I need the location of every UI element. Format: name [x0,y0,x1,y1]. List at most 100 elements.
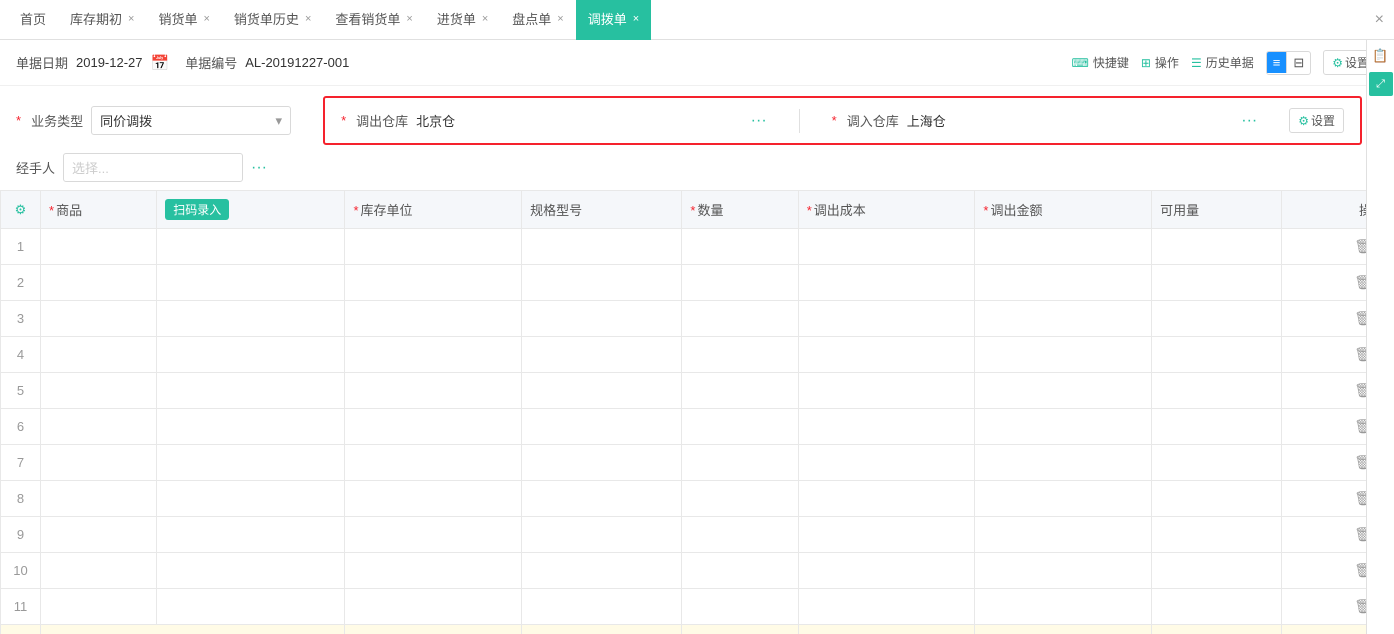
product-cell[interactable] [41,301,157,337]
window-close-button[interactable]: × [1375,11,1384,29]
available-cell [1152,517,1282,553]
available-cell [1152,301,1282,337]
shortcuts-button[interactable]: ⌨ 快捷键 [1072,54,1129,71]
spec-cell [522,373,682,409]
amount-cell [975,517,1152,553]
row-number: 3 [1,301,41,337]
table-row: 2 🗑 ⧉ [1,265,1394,301]
sidebar-expand-icon[interactable]: ⤢ [1369,72,1393,96]
subtotal-quantity [682,625,798,634]
list-view-btn[interactable]: ≡ [1267,52,1288,73]
close-icon[interactable]: × [482,13,488,25]
keyboard-icon: ⌨ [1072,56,1089,70]
operations-button[interactable]: ⊞ 操作 [1141,54,1179,71]
unit-cell [345,553,522,589]
required-star: * [832,113,837,128]
quantity-cell [682,265,798,301]
amount-cell [975,265,1152,301]
scan-cell [157,229,345,265]
product-cell[interactable] [41,373,157,409]
handler-more-icon[interactable]: ··· [251,159,267,177]
warehouse-settings-button[interactable]: ⚙ 设置 [1289,108,1344,133]
row-number: 6 [1,409,41,445]
unit-cell [345,481,522,517]
quantity-cell [682,373,798,409]
cost-cell [798,265,975,301]
scan-cell [157,481,345,517]
cost-cell [798,373,975,409]
available-cell [1152,409,1282,445]
cost-cell [798,301,975,337]
col-transfer-cost: 调出成本 [798,191,975,229]
available-cell [1152,337,1282,373]
close-icon[interactable]: × [557,13,563,25]
gear-icon: ⚙ [1332,56,1343,70]
close-icon[interactable]: × [128,13,134,25]
grid-view-btn[interactable]: ⊟ [1287,52,1310,74]
tab-sales-history[interactable]: 销货单历史 × [222,0,323,40]
product-cell[interactable] [41,229,157,265]
date-field: 单据日期 2019-12-27 📅 [16,53,169,72]
close-icon[interactable]: × [633,13,639,25]
business-type-label: 业务类型 [31,111,83,130]
subtotal-row: 小计 0.00 0.00 0.00 🗑 ⧉ [1,625,1394,634]
quantity-cell [682,229,798,265]
subtotal-label-cell [1,625,41,634]
row-number: 4 [1,337,41,373]
scan-cell [157,589,345,625]
business-type-select[interactable]: 同价调拨 ▾ [91,106,291,135]
warehouse-section: * 调出仓库 北京仓 ··· * 调入仓库 上海仓 ··· ⚙ 设置 [323,96,1362,145]
handler-row: 经手人 选择... ··· [0,145,1394,190]
product-cell[interactable] [41,517,157,553]
required-star: * [341,113,346,128]
handler-select[interactable]: 选择... [63,153,243,182]
unit-cell [345,301,522,337]
history-button[interactable]: ☰ 历史单据 [1191,54,1254,71]
doc-num-field: 单据编号 AL-20191227-001 [185,53,349,72]
scan-button[interactable]: 扫码录入 [165,199,229,220]
tab-purchase-order[interactable]: 进货单 × [425,0,500,40]
unit-cell [345,229,522,265]
available-cell [1152,481,1282,517]
in-warehouse-more-icon[interactable]: ··· [1241,112,1257,130]
sidebar-doc-icon[interactable]: 📋 [1369,44,1393,68]
settings-icon[interactable]: ⚙ [15,202,27,217]
tab-inventory-check[interactable]: 盘点单 × [500,0,575,40]
tab-sales-order[interactable]: 销货单 × [146,0,221,40]
product-cell[interactable] [41,481,157,517]
close-icon[interactable]: × [305,13,311,25]
subtotal-label: 小计 [41,625,345,634]
quantity-cell [682,409,798,445]
unit-cell [345,373,522,409]
tab-home[interactable]: 首页 [8,0,58,40]
table-row: 5 🗑 ⧉ [1,373,1394,409]
cost-cell [798,553,975,589]
product-cell[interactable] [41,553,157,589]
calendar-icon[interactable]: 📅 [151,54,170,72]
spec-cell [522,589,682,625]
table-row: 6 🗑 ⧉ [1,409,1394,445]
tab-view-sales[interactable]: 查看销货单 × [323,0,424,40]
close-icon[interactable]: × [406,13,412,25]
product-cell[interactable] [41,409,157,445]
scan-cell [157,445,345,481]
close-icon[interactable]: × [203,13,209,25]
subtotal-empty-1 [345,625,522,634]
tab-inventory-init[interactable]: 库存期初 × [58,0,146,40]
product-cell[interactable] [41,337,157,373]
row-number: 5 [1,373,41,409]
subtotal-amount: 0.00 [975,625,1152,634]
out-warehouse-more-icon[interactable]: ··· [751,112,767,130]
tab-transfer-order[interactable]: 调拨单 × [576,0,651,40]
right-sidebar: 📋 ⤢ [1366,40,1394,634]
product-cell[interactable] [41,445,157,481]
spec-cell [522,517,682,553]
row-number: 9 [1,517,41,553]
spec-cell [522,409,682,445]
available-cell [1152,589,1282,625]
subtotal-empty-2 [522,625,682,634]
required-star: * [16,113,21,128]
product-cell[interactable] [41,265,157,301]
product-cell[interactable] [41,589,157,625]
col-settings: ⚙ [1,191,41,229]
